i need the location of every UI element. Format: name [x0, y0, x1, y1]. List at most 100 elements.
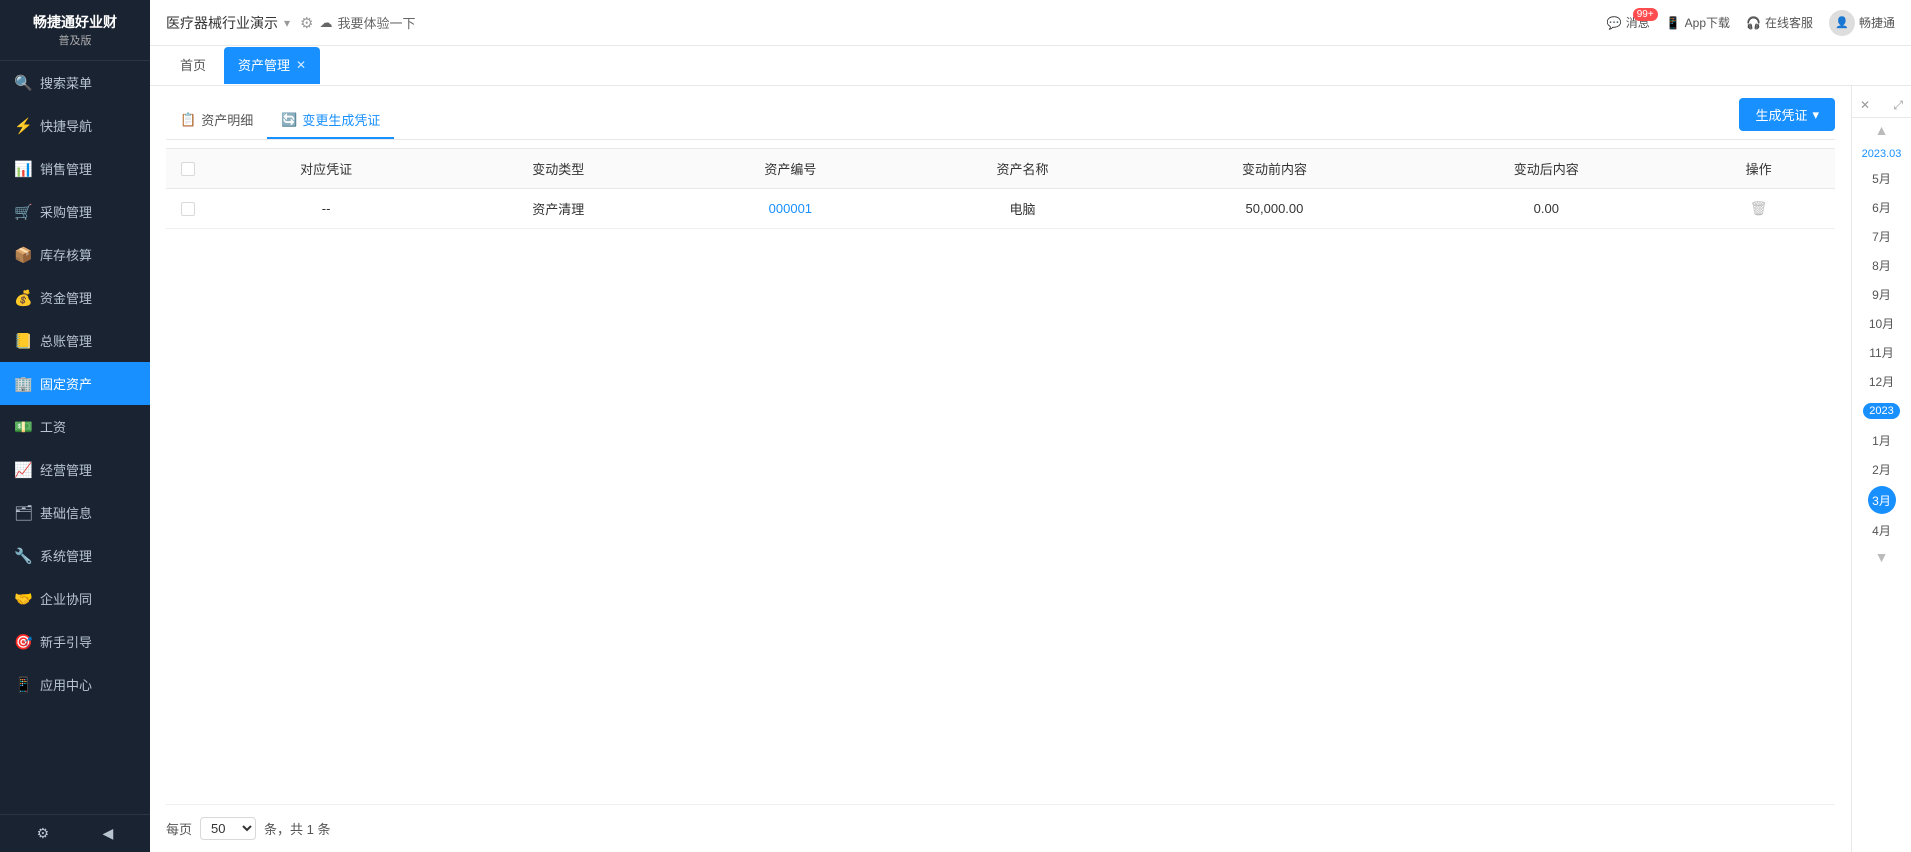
sidebar-label: 应用中心	[40, 675, 92, 694]
pagination-bar: 每页 50 10 20 100 条，共 1 条	[166, 804, 1835, 840]
col-action: 操作	[1682, 149, 1835, 189]
asset-detail-tab-icon: 📋	[180, 112, 196, 128]
month-12[interactable]: 12月	[1852, 367, 1911, 396]
total-label: 条，共 1 条	[264, 819, 330, 838]
sidebar-item-basic-info[interactable]: 🗂 基础信息	[0, 491, 150, 534]
fund-icon: 💰	[14, 289, 32, 307]
month-11[interactable]: 11月	[1852, 338, 1911, 367]
main-area: 医疗器械行业演示 ▾ ⚙ ☁ 我要体验一下 💬 消息 99+ 📱 App下载 🎧…	[150, 0, 1911, 852]
user-name: 畅捷通	[1859, 14, 1895, 31]
settings-gear-icon[interactable]: ⚙	[300, 14, 313, 32]
sidebar-label: 经营管理	[40, 460, 92, 479]
sub-tab-change-voucher[interactable]: 🔄 变更生成凭证	[267, 102, 394, 139]
generate-voucher-label: 生成凭证	[1755, 105, 1807, 124]
sidebar-label: 总账管理	[40, 331, 92, 350]
sidebar-item-sales[interactable]: 📊 销售管理	[0, 147, 150, 190]
month-9[interactable]: 9月	[1852, 280, 1911, 309]
settings-button[interactable]: ⚙	[37, 825, 50, 842]
header-right: 💬 消息 99+ 📱 App下载 🎧 在线客服 👤 畅捷通	[1607, 10, 1895, 36]
sidebar-bottom: ⚙ ◀	[0, 814, 150, 852]
logo-name: 畅捷通好业财	[33, 12, 117, 32]
month-6[interactable]: 6月	[1852, 193, 1911, 222]
panel-close-button[interactable]: ✕	[1860, 98, 1870, 113]
month-2[interactable]: 2月	[1852, 455, 1911, 484]
row-checkbox-cell[interactable]	[166, 189, 210, 229]
generate-voucher-button[interactable]: 生成凭证 ▾	[1739, 98, 1835, 131]
sidebar-label: 资金管理	[40, 288, 92, 307]
month-4[interactable]: 4月	[1852, 516, 1911, 545]
app-download-icon: 📱	[1666, 16, 1681, 30]
month-8[interactable]: 8月	[1852, 251, 1911, 280]
tab-close-icon[interactable]: ✕	[296, 58, 306, 72]
user-avatar-area[interactable]: 👤 畅捷通	[1829, 10, 1895, 36]
select-all-checkbox[interactable]	[181, 162, 195, 176]
message-badge: 99+	[1633, 8, 1658, 21]
sub-tab-asset-detail[interactable]: 📋 资产明细	[166, 102, 267, 139]
change-voucher-tab-icon: 🔄	[281, 112, 297, 128]
row-asset-name: 电脑	[906, 189, 1138, 229]
table-header-checkbox[interactable]	[166, 149, 210, 189]
content-area: 📋 资产明细 🔄 变更生成凭证 生成凭证 ▾	[150, 86, 1851, 852]
month-1[interactable]: 1月	[1852, 426, 1911, 455]
avatar: 👤	[1829, 10, 1855, 36]
scroll-up-arrow[interactable]: ▲	[1871, 118, 1893, 142]
sidebar-item-management[interactable]: 📈 经营管理	[0, 448, 150, 491]
row-checkbox[interactable]	[181, 202, 195, 216]
sidebar-item-inventory[interactable]: 📦 库存核算	[0, 233, 150, 276]
scroll-down-arrow[interactable]: ▼	[1871, 545, 1893, 569]
content-row: 📋 资产明细 🔄 变更生成凭证 生成凭证 ▾	[150, 86, 1911, 852]
panel-expand-button[interactable]: ⤢	[1893, 98, 1903, 113]
year-2023-badge[interactable]: 2023	[1863, 403, 1899, 419]
sidebar-item-search[interactable]: 🔍 搜索菜单	[0, 61, 150, 104]
customer-service-button[interactable]: 🎧 在线客服	[1746, 14, 1813, 31]
sub-tab-bar: 📋 资产明细 🔄 变更生成凭证	[166, 102, 1739, 139]
sidebar-label: 采购管理	[40, 202, 92, 221]
sidebar-label: 工资	[40, 417, 66, 436]
month-3-current[interactable]: 3月	[1868, 486, 1896, 514]
delete-icon[interactable]: 🗑	[1750, 200, 1768, 216]
trial-area: ☁ 我要体验一下	[319, 13, 415, 32]
month-5[interactable]: 5月	[1852, 164, 1911, 193]
sidebar-scroll: 🔍 搜索菜单 ⚡ 快捷导航 📊 销售管理 🛒 采购管理 📦 库存核算 💰 资金管…	[0, 61, 150, 814]
row-change-type: 资产清理	[442, 189, 674, 229]
message-icon: 💬	[1607, 16, 1622, 30]
sidebar-item-enterprise[interactable]: 🤝 企业协同	[0, 577, 150, 620]
sidebar-item-guide[interactable]: 🎯 新手引导	[0, 620, 150, 663]
month-10[interactable]: 10月	[1852, 309, 1911, 338]
tab-home[interactable]: 首页	[166, 47, 220, 84]
sub-tab-asset-detail-label: 资产明细	[201, 110, 253, 129]
app-download-button[interactable]: 📱 App下载	[1666, 14, 1730, 31]
sidebar-item-fund[interactable]: 💰 资金管理	[0, 276, 150, 319]
header-title-area: 医疗器械行业演示 ▾ ⚙ ☁ 我要体验一下	[166, 13, 1595, 33]
sidebar-item-ledger[interactable]: 📒 总账管理	[0, 319, 150, 362]
tab-asset-mgmt[interactable]: 资产管理 ✕	[224, 47, 320, 84]
sidebar-item-system[interactable]: 🔧 系统管理	[0, 534, 150, 577]
sidebar-label: 新手引导	[40, 632, 92, 651]
app-center-icon: 📱	[14, 676, 32, 694]
row-action-cell: 🗑	[1682, 189, 1835, 229]
sidebar-item-purchase[interactable]: 🛒 采购管理	[0, 190, 150, 233]
customer-service-icon: 🎧	[1746, 16, 1761, 30]
tab-nav: 首页 资产管理 ✕	[150, 46, 1911, 86]
right-panel: ✕ ⤢ ▲ 2023.03 5月 6月 7月 8月 9月 10月 11月 12月…	[1851, 86, 1911, 852]
ledger-icon: 📒	[14, 332, 32, 350]
col-change-type: 变动类型	[442, 149, 674, 189]
dropdown-icon[interactable]: ▾	[284, 16, 290, 30]
payroll-icon: 💵	[14, 418, 32, 436]
purchase-icon: 🛒	[14, 203, 32, 221]
message-button[interactable]: 💬 消息 99+	[1607, 14, 1650, 31]
per-page-select[interactable]: 50 10 20 100	[200, 817, 256, 840]
sidebar-item-quick-nav[interactable]: ⚡ 快捷导航	[0, 104, 150, 147]
col-before-content: 变动前内容	[1139, 149, 1411, 189]
sidebar-item-fixed-assets[interactable]: 🏢 固定资产	[0, 362, 150, 405]
collapse-sidebar-button[interactable]: ◀	[103, 825, 114, 842]
month-7[interactable]: 7月	[1852, 222, 1911, 251]
sidebar-label: 基础信息	[40, 503, 92, 522]
trial-label[interactable]: 我要体验一下	[337, 13, 415, 32]
row-voucher: --	[210, 189, 442, 229]
sidebar-item-payroll[interactable]: 💵 工资	[0, 405, 150, 448]
sidebar-label: 系统管理	[40, 546, 92, 565]
row-before-content: 50,000.00	[1139, 189, 1411, 229]
sidebar-item-app-center[interactable]: 📱 应用中心	[0, 663, 150, 706]
sidebar-label: 搜索菜单	[40, 73, 92, 92]
